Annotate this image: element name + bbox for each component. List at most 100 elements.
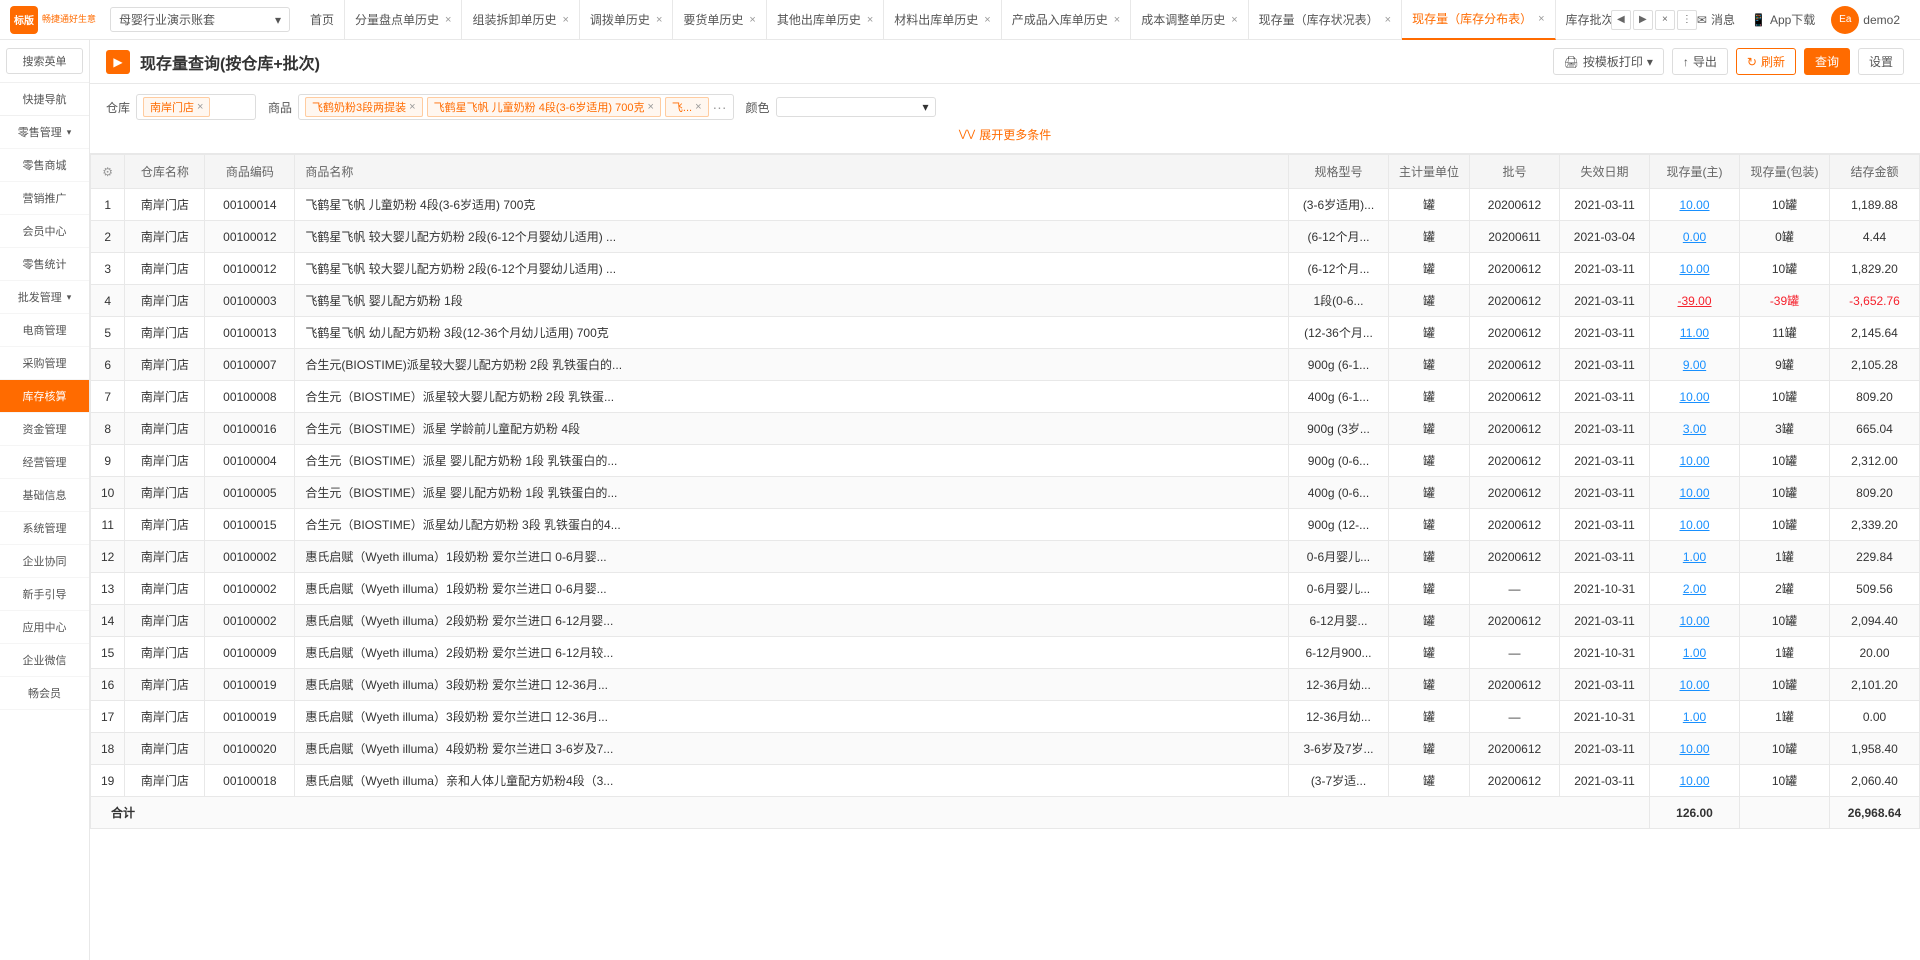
cell-stock-main[interactable]: 2.00 bbox=[1650, 573, 1740, 605]
cell-batch: 20200612 bbox=[1470, 509, 1560, 541]
sidebar-item-operations[interactable]: 经营管理 bbox=[0, 446, 89, 479]
product-tag-container[interactable]: 飞鹤奶粉3段两提装 × 飞鹤星飞帆 儿童奶粉 4段(3-6岁适用) 700克 ×… bbox=[298, 94, 733, 120]
cell-stock-main[interactable]: 10.00 bbox=[1650, 765, 1740, 797]
sidebar-item-retail-shop[interactable]: 零售商城 bbox=[0, 149, 89, 182]
cell-stock-main[interactable]: 1.00 bbox=[1650, 701, 1740, 733]
cell-expire: 2021-10-31 bbox=[1560, 573, 1650, 605]
remove-product-tag-2[interactable]: × bbox=[647, 101, 653, 113]
remove-warehouse-tag[interactable]: × bbox=[197, 101, 203, 113]
sidebar-item-enterprise-wechat[interactable]: 企业微信 bbox=[0, 644, 89, 677]
cell-batch: 20200612 bbox=[1470, 605, 1560, 637]
close-split-history[interactable]: × bbox=[445, 14, 451, 26]
refresh-btn[interactable]: ↻ 刷新 bbox=[1736, 48, 1796, 75]
tab-other-out-history[interactable]: 其他出库单历史 × bbox=[767, 0, 884, 40]
cell-stock-main[interactable]: 10.00 bbox=[1650, 253, 1740, 285]
search-single-btn[interactable]: 搜索英单 bbox=[6, 48, 83, 74]
tab-home[interactable]: 首页 bbox=[300, 0, 345, 40]
cell-stock-main[interactable]: 10.00 bbox=[1650, 445, 1740, 477]
page-title: 现存量查询(按仓库+批次) bbox=[140, 50, 320, 74]
close-cost-adjust-history[interactable]: × bbox=[1231, 14, 1237, 26]
cell-warehouse: 南岸门店 bbox=[125, 637, 205, 669]
tab-close-arrow[interactable]: × bbox=[1655, 10, 1675, 30]
cell-stock-main[interactable]: 10.00 bbox=[1650, 509, 1740, 541]
cell-stock-main[interactable]: 10.00 bbox=[1650, 381, 1740, 413]
message-btn[interactable]: ✉ 消息 bbox=[1697, 11, 1735, 28]
sidebar-item-member[interactable]: 会员中心 bbox=[0, 215, 89, 248]
product-tags-more[interactable]: ··· bbox=[713, 99, 727, 115]
tab-cost-adjust-history[interactable]: 成本调整单历史 × bbox=[1131, 0, 1248, 40]
cell-name: 飞鹤星飞帆 婴儿配方奶粉 1段 bbox=[295, 285, 1289, 317]
sidebar-item-wholesale-mgmt[interactable]: 批发管理 ▾ bbox=[0, 281, 89, 314]
logo-text: 畅捷通好生意 bbox=[42, 14, 96, 26]
user-menu[interactable]: Ea demo2 bbox=[1831, 6, 1900, 34]
tab-stock-dist[interactable]: 现存量（库存分布表） × bbox=[1402, 0, 1555, 40]
tab-request-history[interactable]: 要货单历史 × bbox=[673, 0, 766, 40]
cell-spec: 1段(0-6... bbox=[1288, 285, 1388, 317]
tab-search-history[interactable]: 调拨单历史 × bbox=[580, 0, 673, 40]
tab-stock-status[interactable]: 现存量（库存状况表） × bbox=[1249, 0, 1402, 40]
sidebar-item-finance[interactable]: 资金管理 bbox=[0, 413, 89, 446]
close-stock-dist[interactable]: × bbox=[1538, 13, 1544, 25]
remove-product-tag-1[interactable]: × bbox=[409, 101, 415, 113]
cell-stock-main[interactable]: 10.00 bbox=[1650, 669, 1740, 701]
cell-name: 飞鹤星飞帆 较大婴儿配方奶粉 2段(6-12个月婴幼儿适用) ... bbox=[295, 221, 1289, 253]
expand-sidebar-btn[interactable]: ▶ bbox=[106, 50, 130, 74]
cell-stock-main[interactable]: -39.00 bbox=[1650, 285, 1740, 317]
sidebar-item-purchase[interactable]: 采购管理 bbox=[0, 347, 89, 380]
cell-stock-main[interactable]: 3.00 bbox=[1650, 413, 1740, 445]
sidebar-item-ecommerce[interactable]: 电商管理 bbox=[0, 314, 89, 347]
tab-next-arrow[interactable]: ▶ bbox=[1633, 10, 1653, 30]
tab-menu-arrow[interactable]: ⋮ bbox=[1677, 10, 1697, 30]
cell-stock-main[interactable]: 10.00 bbox=[1650, 733, 1740, 765]
account-selector[interactable]: 母婴行业演示账套 ▾ bbox=[110, 7, 290, 32]
close-other-out-history[interactable]: × bbox=[867, 14, 873, 26]
expand-filters-btn[interactable]: ⋁⋁ 展开更多条件 bbox=[106, 126, 1904, 143]
cell-expire: 2021-03-11 bbox=[1560, 733, 1650, 765]
tab-split-history[interactable]: 分量盘点单历史 × bbox=[345, 0, 462, 40]
sidebar-item-app-center[interactable]: 应用中心 bbox=[0, 611, 89, 644]
tab-material-out-history[interactable]: 材料出库单历史 × bbox=[884, 0, 1001, 40]
cell-stock-main[interactable]: 1.00 bbox=[1650, 637, 1740, 669]
app-download-btn[interactable]: 📱 App下载 bbox=[1751, 11, 1815, 28]
close-material-out-history[interactable]: × bbox=[984, 14, 990, 26]
tab-product-in-history[interactable]: 产成品入库单历史 × bbox=[1002, 0, 1131, 40]
export-btn[interactable]: ↑ 导出 bbox=[1672, 48, 1728, 75]
warehouse-tag-container[interactable]: 南岸门店 × bbox=[136, 94, 256, 120]
cell-stock-pkg: 1罐 bbox=[1740, 637, 1830, 669]
close-request-history[interactable]: × bbox=[749, 14, 755, 26]
cell-stock-main[interactable]: 10.00 bbox=[1650, 605, 1740, 637]
close-disassemble-history[interactable]: × bbox=[562, 14, 568, 26]
tab-disassemble-history[interactable]: 组装拆卸单历史 × bbox=[462, 0, 579, 40]
close-stock-status[interactable]: × bbox=[1385, 14, 1391, 26]
sidebar-item-retail-stats[interactable]: 零售统计 bbox=[0, 248, 89, 281]
sidebar-item-system[interactable]: 系统管理 bbox=[0, 512, 89, 545]
export-icon: ↑ bbox=[1683, 55, 1689, 69]
cell-stock-main[interactable]: 1.00 bbox=[1650, 541, 1740, 573]
table-row: 5 南岸门店 00100013 飞鹤星飞帆 幼儿配方奶粉 3段(12-36个月幼… bbox=[91, 317, 1920, 349]
quick-nav-btn[interactable]: 快捷导航 bbox=[0, 87, 89, 111]
sidebar-item-retail-mgmt[interactable]: 零售管理 ▾ bbox=[0, 116, 89, 149]
tab-prev-arrow[interactable]: ◀ bbox=[1611, 10, 1631, 30]
sidebar-item-enterprise[interactable]: 企业协同 bbox=[0, 545, 89, 578]
gear-icon[interactable]: ⚙ bbox=[102, 165, 113, 179]
settings-btn[interactable]: 设置 bbox=[1858, 48, 1904, 75]
color-tag-container[interactable]: ▾ bbox=[776, 97, 936, 117]
template-print-btn[interactable]: 🖨 按模板打印 ▾ bbox=[1553, 48, 1664, 75]
cell-stock-main[interactable]: 10.00 bbox=[1650, 477, 1740, 509]
remove-product-tag-3[interactable]: × bbox=[695, 101, 701, 113]
sidebar-item-basics[interactable]: 基础信息 bbox=[0, 479, 89, 512]
close-product-in-history[interactable]: × bbox=[1114, 14, 1120, 26]
cell-stock-main[interactable]: 10.00 bbox=[1650, 189, 1740, 221]
sidebar-item-marketing[interactable]: 营销推广 bbox=[0, 182, 89, 215]
cell-stock-pkg: 10罐 bbox=[1740, 381, 1830, 413]
query-btn[interactable]: 查询 bbox=[1804, 48, 1850, 75]
sidebar-item-vip-member[interactable]: 畅会员 bbox=[0, 677, 89, 710]
cell-num: 1 bbox=[91, 189, 125, 221]
cell-stock-main[interactable]: 9.00 bbox=[1650, 349, 1740, 381]
sidebar-item-new-guide[interactable]: 新手引导 bbox=[0, 578, 89, 611]
cell-stock-main[interactable]: 11.00 bbox=[1650, 317, 1740, 349]
close-search-history[interactable]: × bbox=[656, 14, 662, 26]
tab-batch-account[interactable]: 库存批次账 × bbox=[1556, 0, 1611, 40]
sidebar-item-inventory[interactable]: 库存核算 bbox=[0, 380, 89, 413]
cell-stock-main[interactable]: 0.00 bbox=[1650, 221, 1740, 253]
